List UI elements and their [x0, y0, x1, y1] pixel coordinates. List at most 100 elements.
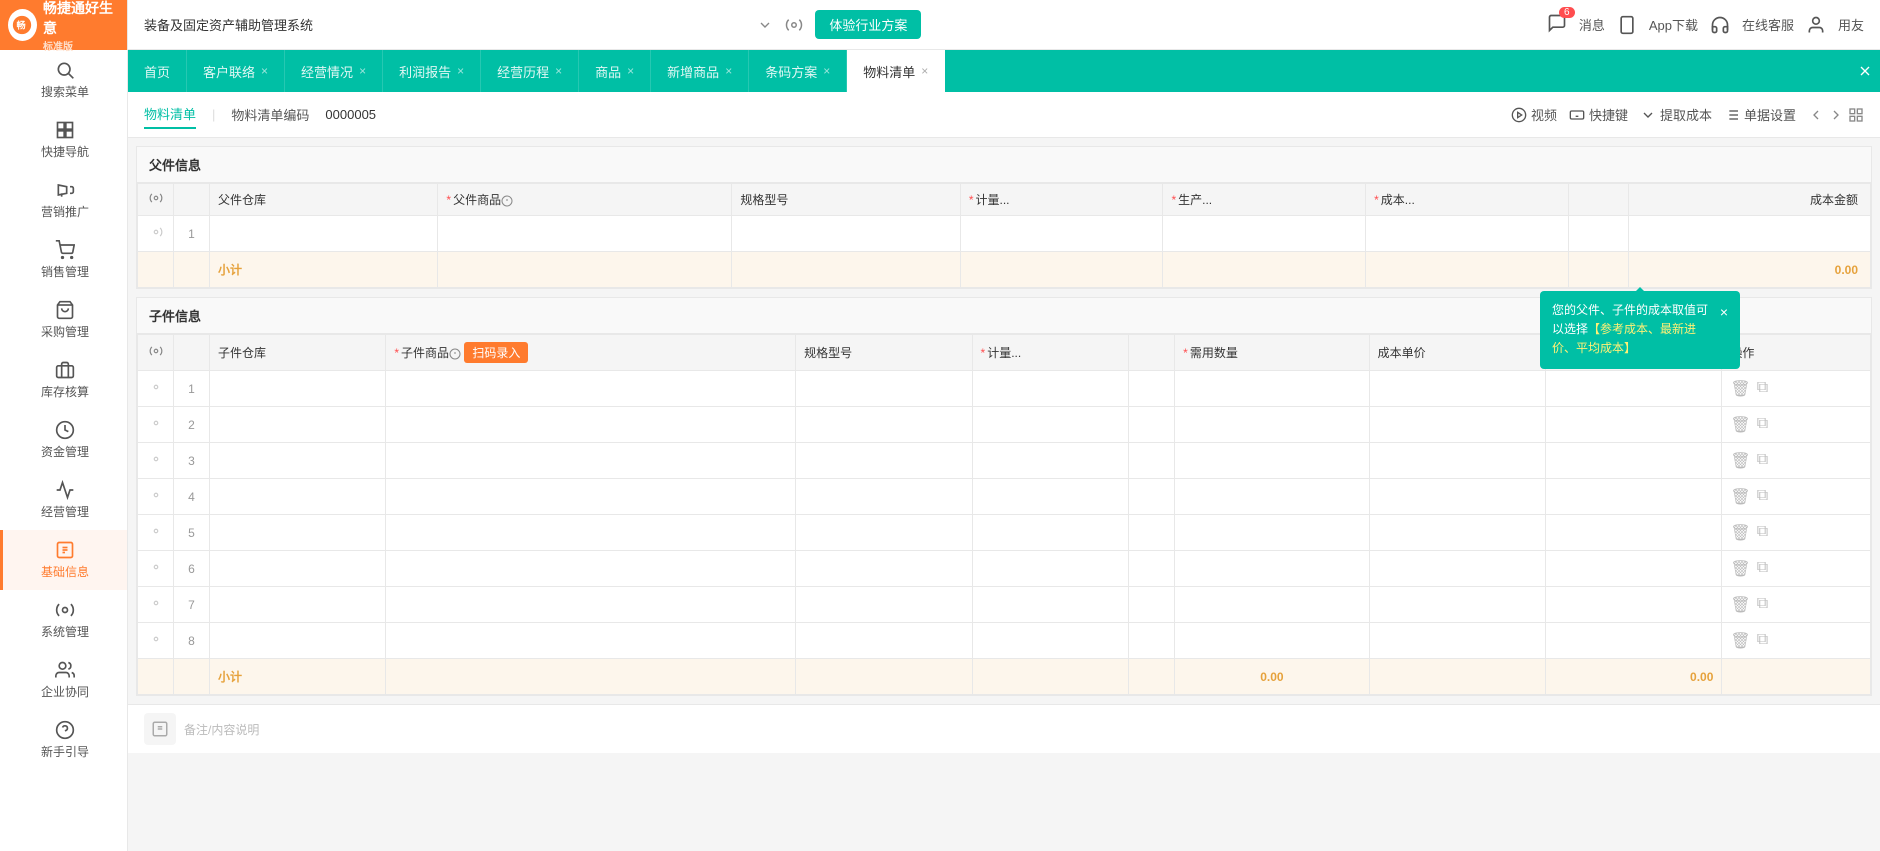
child-row-settings[interactable] — [138, 587, 174, 623]
parent-row-spec[interactable] — [732, 216, 960, 252]
child-row-needed-qty[interactable] — [1175, 443, 1369, 479]
child-row-qty[interactable] — [972, 623, 1129, 659]
tab-close-customer[interactable]: × — [261, 64, 268, 78]
child-row-product[interactable] — [386, 623, 796, 659]
child-row-product[interactable] — [386, 371, 796, 407]
message-area[interactable]: 6 — [1547, 13, 1567, 36]
child-row-needed-qty[interactable] — [1175, 587, 1369, 623]
child-row-product[interactable] — [386, 515, 796, 551]
sidebar-item-purchase[interactable]: 采购管理 — [0, 290, 127, 350]
child-row-needed-qty[interactable] — [1175, 371, 1369, 407]
tab-close-goods[interactable]: × — [627, 64, 634, 78]
child-row-qty[interactable] — [972, 371, 1129, 407]
delete-icon[interactable]: 🗑 — [1730, 379, 1750, 399]
tab-new-goods[interactable]: 新增商品 × — [651, 50, 749, 92]
child-row-cost-price[interactable] — [1369, 515, 1545, 551]
child-row-spec[interactable] — [796, 515, 972, 551]
tooltip-close-btn[interactable]: × — [1720, 301, 1728, 323]
child-row-qty[interactable] — [972, 587, 1129, 623]
child-row-cost-price[interactable] — [1369, 551, 1545, 587]
video-btn[interactable]: 视频 — [1511, 105, 1557, 124]
child-row-spec[interactable] — [796, 371, 972, 407]
child-row-spec[interactable] — [796, 443, 972, 479]
trial-btn[interactable]: 体验行业方案 — [815, 10, 921, 39]
child-row-warehouse[interactable] — [210, 371, 386, 407]
sidebar-item-sales[interactable]: 销售管理 — [0, 230, 127, 290]
child-row-cost-price[interactable] — [1369, 479, 1545, 515]
prev-page-icon[interactable] — [1808, 107, 1824, 123]
sidebar-item-system[interactable]: 系统管理 — [0, 590, 127, 650]
tab-close-profit[interactable]: × — [457, 64, 464, 78]
child-row-needed-qty[interactable] — [1175, 479, 1369, 515]
th-parent-settings[interactable] — [138, 184, 174, 216]
delete-icon[interactable]: 🗑 — [1730, 415, 1750, 435]
copy-icon[interactable]: ⧉ — [1757, 379, 1768, 399]
copy-icon[interactable]: ⧉ — [1757, 559, 1768, 579]
child-row-cost-price[interactable] — [1369, 587, 1545, 623]
child-row-product[interactable] — [386, 479, 796, 515]
child-row-spec[interactable] — [796, 407, 972, 443]
child-row-settings[interactable] — [138, 551, 174, 587]
copy-icon[interactable]: ⧉ — [1757, 595, 1768, 615]
tab-bom[interactable]: 物料清单 × — [847, 50, 945, 92]
child-row-qty[interactable] — [972, 515, 1129, 551]
parent-row-warehouse[interactable] — [210, 216, 438, 252]
child-row-warehouse[interactable] — [210, 479, 386, 515]
tab-profit[interactable]: 利润报告 × — [383, 50, 481, 92]
child-row-cost-price[interactable] — [1369, 407, 1545, 443]
delete-icon[interactable]: 🗑 — [1730, 451, 1750, 471]
sidebar-item-enterprise[interactable]: 企业协同 — [0, 650, 127, 710]
child-row-warehouse[interactable] — [210, 551, 386, 587]
sidebar-item-finance[interactable]: 资金管理 — [0, 410, 127, 470]
child-row-needed-qty[interactable] — [1175, 515, 1369, 551]
delete-icon[interactable]: 🗑 — [1730, 595, 1750, 615]
tab-barcode[interactable]: 条码方案 × — [749, 50, 847, 92]
child-row-warehouse[interactable] — [210, 587, 386, 623]
page-tab-bom-code[interactable]: 物料清单编码 — [231, 101, 309, 128]
copy-icon[interactable]: ⧉ — [1757, 451, 1768, 471]
child-row-needed-qty[interactable] — [1175, 623, 1369, 659]
sidebar-item-operations[interactable]: 经营管理 — [0, 470, 127, 530]
sidebar-item-search[interactable]: 搜索菜单 — [0, 50, 127, 110]
parent-row-cost[interactable] — [1366, 216, 1569, 252]
copy-icon[interactable]: ⧉ — [1757, 631, 1768, 651]
sidebar-item-guide[interactable]: 新手引导 — [0, 710, 127, 770]
child-row-spec[interactable] — [796, 587, 972, 623]
tab-close-bom[interactable]: × — [921, 64, 928, 78]
tab-close-new-goods[interactable]: × — [725, 64, 732, 78]
settings-icon[interactable] — [785, 16, 803, 34]
app-download-label[interactable]: App下载 — [1649, 15, 1698, 34]
tab-close-all[interactable] — [1850, 50, 1880, 92]
child-row-product[interactable] — [386, 587, 796, 623]
child-row-qty[interactable] — [972, 479, 1129, 515]
child-row-settings[interactable] — [138, 407, 174, 443]
child-row-qty[interactable] — [972, 443, 1129, 479]
child-row-qty[interactable] — [972, 407, 1129, 443]
parent-row-production[interactable] — [1163, 216, 1366, 252]
tab-history[interactable]: 经营历程 × — [481, 50, 579, 92]
parent-row-product[interactable] — [438, 216, 732, 252]
child-row-qty[interactable] — [972, 551, 1129, 587]
child-row-needed-qty[interactable] — [1175, 407, 1369, 443]
delete-icon[interactable]: 🗑 — [1730, 523, 1750, 543]
th-child-settings[interactable] — [138, 335, 174, 371]
child-row-warehouse[interactable] — [210, 623, 386, 659]
copy-icon[interactable]: ⧉ — [1757, 415, 1768, 435]
child-row-settings[interactable] — [138, 623, 174, 659]
bottom-icon-1[interactable] — [144, 713, 176, 745]
delete-icon[interactable]: 🗑 — [1730, 487, 1750, 507]
child-row-needed-qty[interactable] — [1175, 551, 1369, 587]
shortcut-btn[interactable]: 快捷键 — [1569, 105, 1628, 124]
user-label[interactable]: 用友 — [1838, 15, 1864, 34]
tab-goods[interactable]: 商品 × — [579, 50, 651, 92]
child-row-cost-price[interactable] — [1369, 623, 1545, 659]
sidebar-item-quick-nav[interactable]: 快捷导航 — [0, 110, 127, 170]
tab-close-history[interactable]: × — [555, 64, 562, 78]
child-row-settings[interactable] — [138, 443, 174, 479]
child-row-cost-price[interactable] — [1369, 443, 1545, 479]
grid-view-icon[interactable] — [1848, 107, 1864, 123]
copy-icon[interactable]: ⧉ — [1757, 487, 1768, 507]
child-row-spec[interactable] — [796, 551, 972, 587]
delete-icon[interactable]: 🗑 — [1730, 631, 1750, 651]
child-row-settings[interactable] — [138, 515, 174, 551]
